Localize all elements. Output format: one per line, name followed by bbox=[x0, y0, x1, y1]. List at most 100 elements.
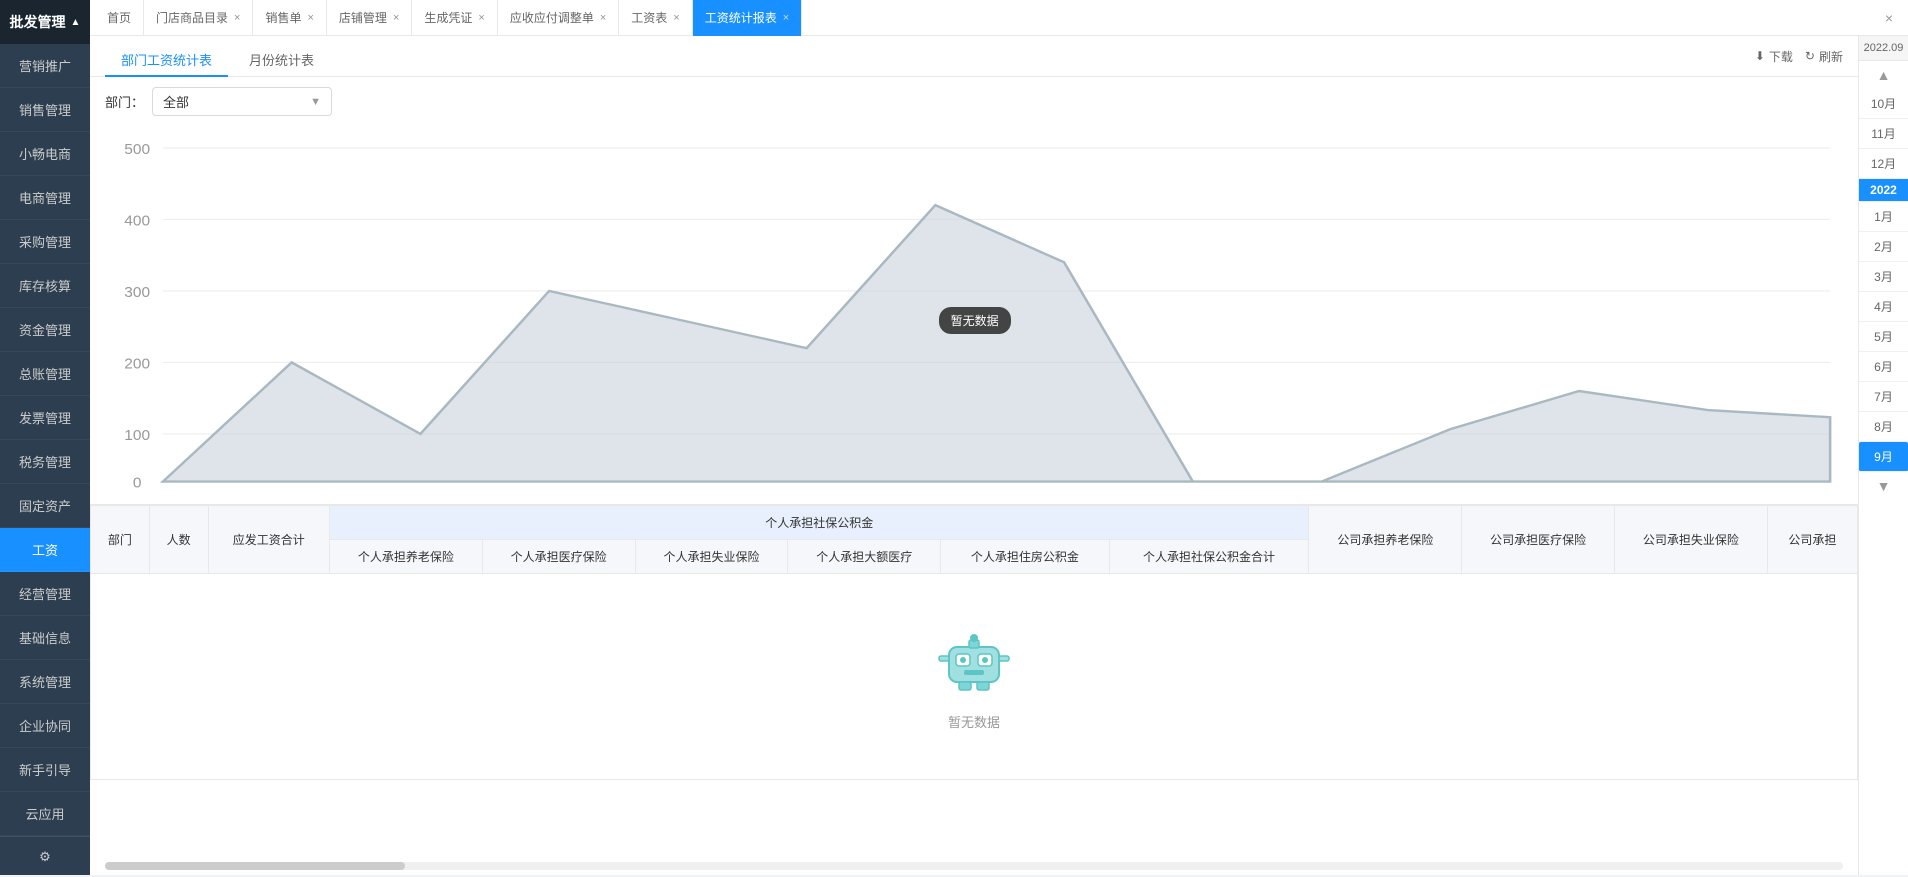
svg-text:200: 200 bbox=[124, 357, 150, 372]
close-all-tabs-button[interactable]: × bbox=[1875, 10, 1903, 26]
sub-tab-left: 部门工资统计表 月份统计表 bbox=[105, 44, 330, 76]
department-select-value: 全部 bbox=[163, 92, 189, 111]
refresh-icon: ↻ bbox=[1805, 49, 1815, 63]
svg-text:300: 300 bbox=[124, 285, 150, 300]
date-item-8[interactable]: 8月 bbox=[1859, 412, 1908, 442]
svg-text:100: 100 bbox=[124, 428, 150, 443]
sidebar-item-zhangzhang[interactable]: 总账管理 bbox=[0, 352, 90, 396]
col-company-pension: 公司承担养老保险 bbox=[1309, 505, 1462, 573]
sidebar-item-xinshou[interactable]: 新手引导 bbox=[0, 748, 90, 792]
salary-chart: 500 400 300 200 100 0 bbox=[105, 136, 1843, 494]
sidebar-item-shuiwu[interactable]: 税务管理 bbox=[0, 440, 90, 484]
tab-store-catalog[interactable]: 门店商品目录 × bbox=[144, 0, 253, 36]
sidebar-item-xitong[interactable]: 系统管理 bbox=[0, 660, 90, 704]
sidebar-item-caigou[interactable]: 采购管理 bbox=[0, 220, 90, 264]
sidebar-item-gongzi[interactable]: 工资 bbox=[0, 528, 90, 572]
sidebar-header-label: 批发管理 bbox=[10, 12, 66, 32]
date-up-arrow[interactable]: ▲ bbox=[1871, 61, 1897, 89]
sub-tab-monthly[interactable]: 月份统计表 bbox=[233, 44, 330, 77]
date-panel: 2022.09 ▲ 10月 11月 12月 2022 1月 2月 3月 4月 5… bbox=[1858, 36, 1908, 875]
col-personal-unemp: 个人承担失业保险 bbox=[635, 539, 788, 573]
tab-bar: 首页 门店商品目录 × 销售单 × 店铺管理 × 生成凭证 × 应收应付调整单 … bbox=[90, 0, 1908, 36]
horizontal-scrollbar[interactable] bbox=[105, 862, 1843, 870]
sidebar-item-jingying[interactable]: 经营管理 bbox=[0, 572, 90, 616]
col-headcount: 人数 bbox=[149, 505, 208, 573]
gear-icon: ⚙ bbox=[39, 849, 51, 864]
svg-text:0: 0 bbox=[133, 476, 142, 491]
col-total-salary: 应发工资合计 bbox=[208, 505, 329, 573]
date-item-10[interactable]: 10月 bbox=[1859, 89, 1908, 119]
tab-salary-report[interactable]: 工资统计报表 × bbox=[693, 0, 802, 36]
date-item-11[interactable]: 11月 bbox=[1859, 119, 1908, 149]
sidebar: 批发管理 ▲ 营销推广 销售管理 小畅电商 电商管理 采购管理 库存核算 资金管… bbox=[0, 0, 90, 875]
tab-store-manage[interactable]: 店铺管理 × bbox=[327, 0, 412, 36]
date-item-3[interactable]: 3月 bbox=[1859, 262, 1908, 292]
sidebar-item-xiaochangdianshang[interactable]: 小畅电商 bbox=[0, 132, 90, 176]
col-personal-major-medical: 个人承担大额医疗 bbox=[788, 539, 941, 573]
date-down-arrow[interactable]: ▼ bbox=[1871, 472, 1897, 500]
sub-tab-bar: 部门工资统计表 月份统计表 ⬇ 下载 ↻ 刷新 bbox=[90, 36, 1858, 77]
chart-area: 500 400 300 200 100 0 bbox=[90, 126, 1858, 504]
date-item-2[interactable]: 2月 bbox=[1859, 232, 1908, 262]
sidebar-item-yingxiao[interactable]: 营销推广 bbox=[0, 44, 90, 88]
tab-close-salary-report[interactable]: × bbox=[783, 12, 789, 24]
col-personal-housing: 个人承担住房公积金 bbox=[941, 539, 1109, 573]
date-item-9[interactable]: 9月 bbox=[1859, 442, 1908, 472]
empty-state: 暂无数据 bbox=[101, 582, 1847, 771]
download-icon: ⬇ bbox=[1755, 49, 1765, 63]
tab-salary-sheet[interactable]: 工资表 × bbox=[619, 0, 692, 36]
date-item-12[interactable]: 12月 bbox=[1859, 149, 1908, 179]
tab-voucher[interactable]: 生成凭证 × bbox=[412, 0, 497, 36]
empty-robot-icon bbox=[934, 622, 1014, 702]
scrollbar-thumb[interactable] bbox=[105, 862, 405, 870]
empty-text: 暂无数据 bbox=[948, 712, 1000, 731]
sidebar-item-kucun[interactable]: 库存核算 bbox=[0, 264, 90, 308]
tab-close-voucher[interactable]: × bbox=[478, 12, 484, 24]
tab-close-store-catalog[interactable]: × bbox=[234, 12, 240, 24]
col-personal-medical: 个人承担医疗保险 bbox=[482, 539, 635, 573]
sidebar-item-xiaoshou[interactable]: 销售管理 bbox=[0, 88, 90, 132]
tab-close-store-manage[interactable]: × bbox=[393, 12, 399, 24]
sub-tab-actions: ⬇ 下载 ↻ 刷新 bbox=[1755, 48, 1843, 73]
tab-home[interactable]: 首页 bbox=[95, 0, 144, 36]
date-item-5[interactable]: 5月 bbox=[1859, 322, 1908, 352]
sub-tab-department[interactable]: 部门工资统计表 bbox=[105, 44, 228, 77]
sidebar-item-dianshang[interactable]: 电商管理 bbox=[0, 176, 90, 220]
table-container[interactable]: 部门 人数 应发工资合计 个人承担社保公积金 公司承担养老保险 公司承担医疗保险… bbox=[90, 504, 1858, 863]
tab-close-ar-ap[interactable]: × bbox=[600, 12, 606, 24]
sidebar-item-jichu[interactable]: 基础信息 bbox=[0, 616, 90, 660]
col-company-unemp: 公司承担失业保险 bbox=[1615, 505, 1768, 573]
empty-row: 暂无数据 bbox=[91, 573, 1858, 779]
col-company-medical: 公司承担医疗保险 bbox=[1462, 505, 1615, 573]
svg-text:500: 500 bbox=[124, 142, 150, 157]
department-select[interactable]: 全部 ▼ bbox=[152, 87, 332, 116]
date-panel-header: 2022.09 bbox=[1859, 36, 1908, 61]
sidebar-header[interactable]: 批发管理 ▲ bbox=[0, 0, 90, 44]
date-item-4[interactable]: 4月 bbox=[1859, 292, 1908, 322]
download-button[interactable]: ⬇ 下载 bbox=[1755, 48, 1793, 65]
sidebar-item-yunyingyong[interactable]: 云应用 bbox=[0, 792, 90, 836]
date-item-7[interactable]: 7月 bbox=[1859, 382, 1908, 412]
refresh-button[interactable]: ↻ 刷新 bbox=[1805, 48, 1843, 65]
content-area: 部门工资统计表 月份统计表 ⬇ 下载 ↻ 刷新 bbox=[90, 36, 1908, 875]
close-all-icon: × bbox=[1885, 10, 1893, 26]
chevron-down-icon: ▼ bbox=[310, 96, 321, 108]
date-item-1[interactable]: 1月 bbox=[1859, 202, 1908, 232]
sidebar-item-qiye[interactable]: 企业协同 bbox=[0, 704, 90, 748]
department-filter-label: 部门： bbox=[105, 92, 144, 111]
tab-close-salary-sheet[interactable]: × bbox=[673, 12, 679, 24]
col-personal-pension: 个人承担养老保险 bbox=[329, 539, 482, 573]
sidebar-collapse-icon: ▲ bbox=[71, 17, 81, 28]
page-content: 部门工资统计表 月份统计表 ⬇ 下载 ↻ 刷新 bbox=[90, 36, 1858, 875]
tab-ar-ap[interactable]: 应收应付调整单 × bbox=[498, 0, 619, 36]
sidebar-item-gudingzichan[interactable]: 固定资产 bbox=[0, 484, 90, 528]
date-item-6[interactable]: 6月 bbox=[1859, 352, 1908, 382]
col-department: 部门 bbox=[91, 505, 150, 573]
tab-sales[interactable]: 销售单 × bbox=[253, 0, 326, 36]
sidebar-item-zijin[interactable]: 资金管理 bbox=[0, 308, 90, 352]
settings-button[interactable]: ⚙ bbox=[0, 836, 90, 877]
tab-close-sales[interactable]: × bbox=[307, 12, 313, 24]
chart-area-polygon bbox=[163, 205, 1830, 481]
sidebar-item-fapiao[interactable]: 发票管理 bbox=[0, 396, 90, 440]
date-year-2022[interactable]: 2022 bbox=[1859, 179, 1908, 202]
